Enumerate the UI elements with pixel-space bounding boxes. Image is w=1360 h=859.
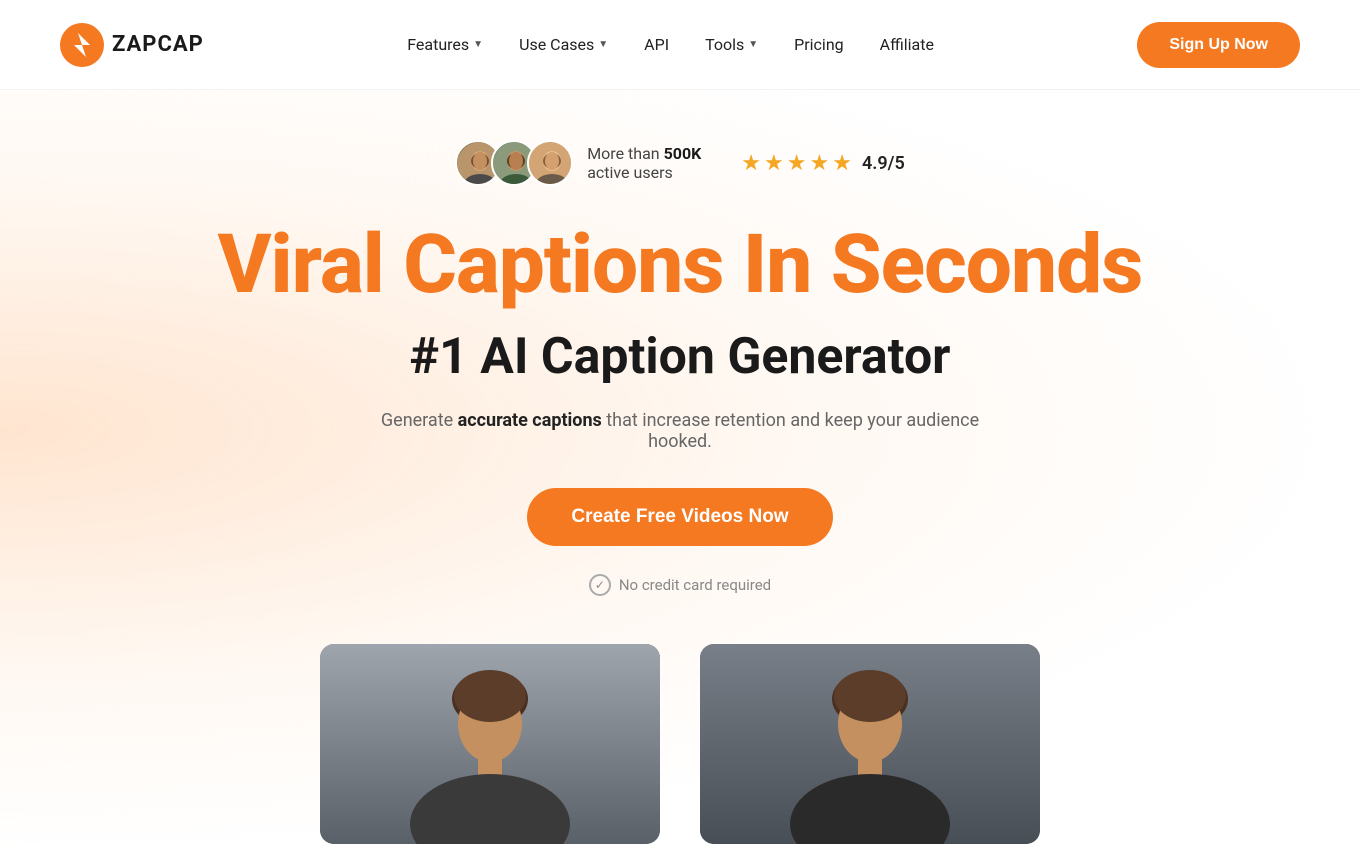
rating-score: 4.9/5 (862, 153, 905, 174)
main-content: More than 500K active users ★ ★ ★ ★ ★ 4.… (0, 90, 1360, 844)
video-thumb-2 (700, 644, 1040, 844)
rating-container: ★ ★ ★ ★ ★ 4.9/5 (741, 151, 904, 176)
features-chevron-icon: ▼ (473, 39, 483, 50)
check-circle-icon: ✓ (589, 574, 611, 596)
nav-use-cases[interactable]: Use Cases ▼ (503, 27, 624, 62)
star-2: ★ (764, 151, 784, 176)
nav-pricing[interactable]: Pricing (778, 27, 860, 62)
star-5: ★ (832, 151, 852, 176)
main-nav: Features ▼ Use Cases ▼ API Tools ▼ Prici… (391, 27, 950, 62)
video-thumb-1 (320, 644, 660, 844)
no-credit-card-notice: ✓ No credit card required (589, 574, 771, 596)
hero-subtitle: #1 AI Caption Generator (410, 328, 951, 386)
nav-tools[interactable]: Tools ▼ (689, 27, 774, 62)
header: ZAPCAP Features ▼ Use Cases ▼ API Tools … (0, 0, 1360, 90)
logo[interactable]: ZAPCAP (60, 23, 204, 67)
cta-button[interactable]: Create Free Videos Now (527, 488, 832, 546)
video-thumbnails (0, 644, 1360, 844)
star-3: ★ (787, 151, 807, 176)
nav-affiliate[interactable]: Affiliate (864, 27, 950, 62)
signup-button[interactable]: Sign Up Now (1137, 22, 1300, 68)
tools-chevron-icon: ▼ (748, 39, 758, 50)
nav-api[interactable]: API (628, 27, 685, 62)
social-proof-section: More than 500K active users ★ ★ ★ ★ ★ 4.… (455, 140, 905, 186)
star-1: ★ (741, 151, 761, 176)
nav-features[interactable]: Features ▼ (391, 27, 499, 62)
logo-icon (60, 23, 104, 67)
hero-description: Generate accurate captions that increase… (370, 410, 990, 452)
avatar-3 (527, 140, 573, 186)
user-avatars (455, 140, 573, 186)
brand-name: ZAPCAP (112, 32, 204, 57)
star-rating: ★ ★ ★ ★ ★ (741, 151, 852, 176)
star-4: ★ (810, 151, 830, 176)
hero-title: Viral Captions In Seconds (218, 222, 1143, 308)
use-cases-chevron-icon: ▼ (598, 39, 608, 50)
user-count: More than 500K active users (587, 144, 701, 182)
